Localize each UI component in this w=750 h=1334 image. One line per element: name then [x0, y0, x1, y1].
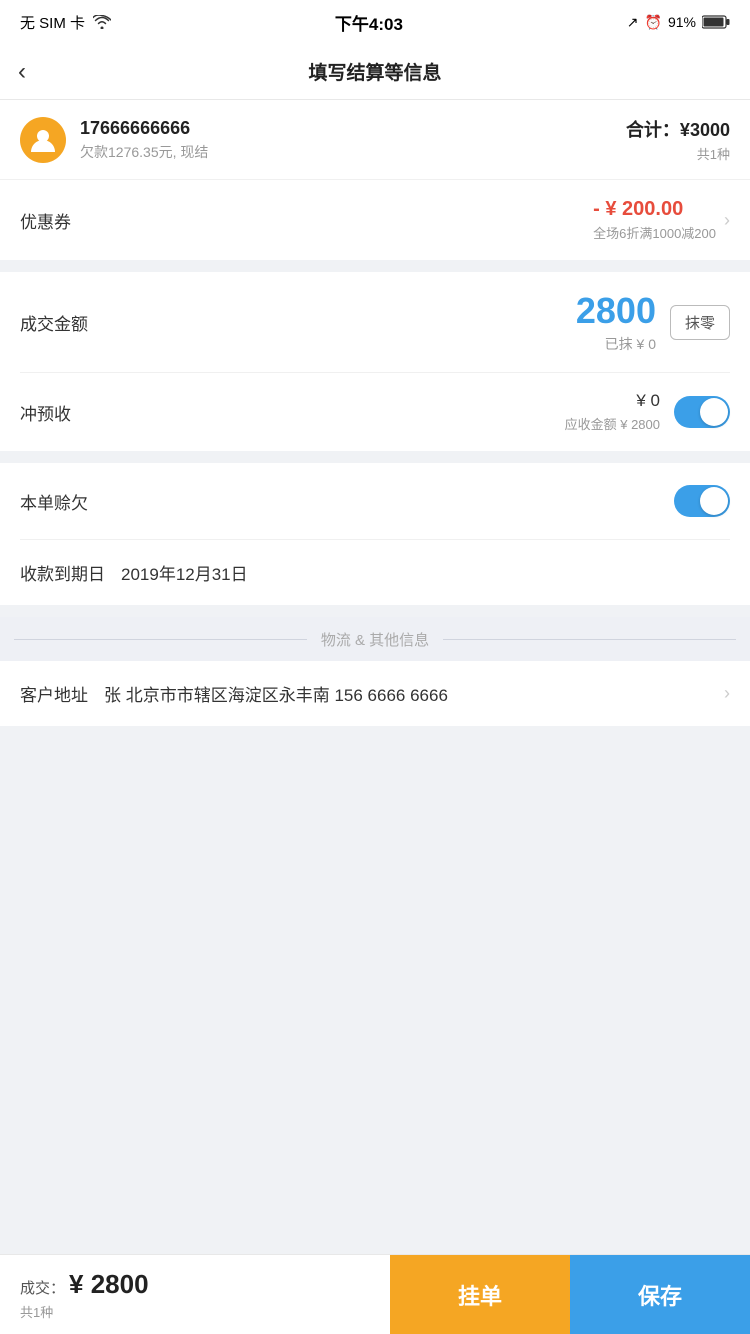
- bottom-deal-label: 成交：: [20, 1277, 65, 1298]
- deal-label: 成交金额: [20, 310, 88, 335]
- credit-section: 本单赊欠 收款到期日 2019年12月31日: [0, 463, 750, 605]
- page-title: 填写结算等信息: [308, 58, 441, 85]
- precollect-amount: ¥ 0: [565, 391, 660, 411]
- deal-amount: 2800: [576, 290, 656, 332]
- coupon-amount: - ¥ 200.00: [593, 198, 716, 221]
- back-button[interactable]: ‹: [18, 58, 26, 86]
- coupon-label: 优惠券: [20, 208, 71, 233]
- bottom-bar: 成交： ¥ 2800 共1种 挂单 保存: [0, 1254, 750, 1334]
- battery-icon: [702, 15, 730, 29]
- total-value: 合计：¥3000: [626, 116, 730, 142]
- precollect-sub: 应收金额 ¥ 2800: [565, 414, 660, 433]
- precollect-toggle[interactable]: [674, 396, 730, 428]
- bottom-amount: ¥ 2800: [69, 1269, 149, 1300]
- round-zero-button[interactable]: 抹零: [670, 305, 730, 340]
- precollect-label: 冲预收: [20, 400, 71, 425]
- deal-section: 成交金额 2800 已抹 ¥ 0 抹零 冲预收 ¥ 0 应收金额 ¥ 2800: [0, 272, 750, 451]
- nav-bar: ‹ 填写结算等信息: [0, 44, 750, 100]
- bottom-count: 共1种: [20, 1302, 370, 1321]
- deal-right: 2800 已抹 ¥ 0 抹零: [576, 290, 730, 354]
- coupon-info: - ¥ 200.00 全场6折满1000减200: [593, 198, 716, 242]
- status-left: 无 SIM 卡: [20, 12, 111, 33]
- duedate-row: 收款到期日 2019年12月31日: [20, 539, 730, 605]
- duedate-value: 2019年12月31日: [121, 560, 248, 585]
- customer-left: 17666666666 欠款1276.35元, 现结: [20, 117, 208, 163]
- location-icon: ↗: [627, 14, 639, 31]
- status-bar: 无 SIM 卡 下午4:03 ↗ ⏰ 91%: [0, 0, 750, 44]
- bottom-summary: 成交： ¥ 2800 共1种: [0, 1269, 390, 1321]
- address-chevron: ›: [724, 683, 730, 704]
- divider-line-left: [14, 639, 307, 640]
- coupon-desc: 全场6折满1000减200: [593, 223, 716, 242]
- precollect-info: ¥ 0 应收金额 ¥ 2800: [565, 391, 660, 433]
- total-count: 共1种: [626, 144, 730, 163]
- wifi-icon: [93, 15, 111, 29]
- coupon-chevron: ›: [724, 210, 730, 231]
- customer-sub: 欠款1276.35元, 现结: [80, 142, 208, 162]
- back-icon: ‹: [18, 58, 26, 86]
- customer-info: 17666666666 欠款1276.35元, 现结: [80, 118, 208, 162]
- precollect-right: ¥ 0 应收金额 ¥ 2800: [565, 391, 730, 433]
- address-row[interactable]: 客户地址 张 北京市市辖区海淀区永丰南 156 6666 6666 ›: [20, 661, 730, 726]
- customer-phone: 17666666666: [80, 118, 208, 139]
- credit-label: 本单赊欠: [20, 489, 88, 514]
- carrier-text: 无 SIM 卡: [20, 12, 85, 33]
- divider-section: 物流 & 其他信息: [0, 617, 750, 661]
- customer-right: 合计：¥3000 共1种: [626, 116, 730, 163]
- duedate-label: 收款到期日: [20, 560, 105, 585]
- deal-sub: 已抹 ¥ 0: [576, 334, 656, 354]
- address-value: 张 北京市市辖区海淀区永丰南 156 6666 6666: [104, 681, 724, 706]
- hang-button[interactable]: 挂单: [390, 1255, 570, 1334]
- customer-section: 17666666666 欠款1276.35元, 现结 合计：¥3000 共1种 …: [0, 100, 750, 260]
- status-right: ↗ ⏰ 91%: [627, 14, 730, 31]
- avatar: [20, 117, 66, 163]
- divider-text: 物流 & 其他信息: [321, 629, 429, 650]
- alarm-icon: ⏰: [645, 14, 662, 31]
- empty-space: [0, 738, 750, 858]
- coupon-row[interactable]: 优惠券 - ¥ 200.00 全场6折满1000减200 ›: [0, 179, 750, 260]
- coupon-right: - ¥ 200.00 全场6折满1000减200 ›: [593, 198, 730, 242]
- deal-amount-wrapper: 2800 已抹 ¥ 0: [576, 290, 656, 354]
- address-section: 客户地址 张 北京市市辖区海淀区永丰南 156 6666 6666 ›: [0, 661, 750, 726]
- divider-line-right: [443, 639, 736, 640]
- status-time: 下午4:03: [335, 10, 403, 35]
- address-label: 客户地址: [20, 681, 88, 706]
- bottom-deal-row: 成交： ¥ 2800: [20, 1269, 370, 1300]
- deal-row: 成交金额 2800 已抹 ¥ 0 抹零: [20, 272, 730, 372]
- customer-row: 17666666666 欠款1276.35元, 现结 合计：¥3000 共1种: [0, 100, 750, 179]
- credit-toggle[interactable]: [674, 485, 730, 517]
- save-button[interactable]: 保存: [570, 1255, 750, 1334]
- battery-text: 91%: [668, 14, 696, 30]
- credit-row: 本单赊欠: [20, 463, 730, 539]
- precollect-row: 冲预收 ¥ 0 应收金额 ¥ 2800: [20, 372, 730, 451]
